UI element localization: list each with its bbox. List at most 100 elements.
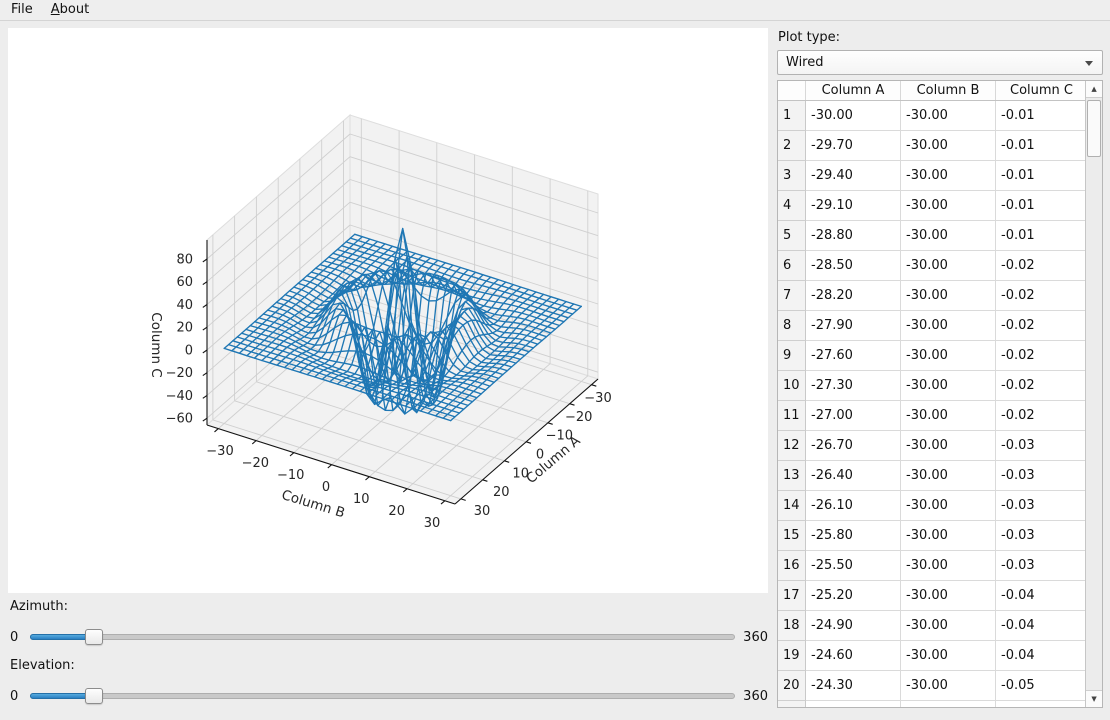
table-cell[interactable]: -0.03 (996, 431, 1085, 461)
table-cell[interactable]: -0.03 (996, 521, 1085, 551)
table-cell[interactable] (901, 701, 996, 707)
table-cell[interactable]: -30.00 (901, 521, 996, 551)
table-cell[interactable]: -29.40 (806, 161, 901, 191)
scroll-down-icon[interactable]: ▼ (1086, 690, 1102, 707)
row-number[interactable]: 9 (778, 341, 806, 371)
table-cell[interactable]: -27.30 (806, 371, 901, 401)
table-cell[interactable]: -28.20 (806, 281, 901, 311)
row-number[interactable]: 14 (778, 491, 806, 521)
table-cell[interactable]: -0.02 (996, 371, 1085, 401)
row-number[interactable]: 20 (778, 671, 806, 701)
table-cell[interactable]: -30.00 (901, 671, 996, 701)
table-cell[interactable]: -30.00 (806, 101, 901, 131)
table-cell[interactable]: -30.00 (901, 491, 996, 521)
table-cell[interactable]: -30.00 (901, 401, 996, 431)
table-cell[interactable]: -0.01 (996, 131, 1085, 161)
table-cell[interactable]: -30.00 (901, 371, 996, 401)
table-cell[interactable]: -29.70 (806, 131, 901, 161)
table-cell[interactable]: -30.00 (901, 341, 996, 371)
table-cell[interactable]: -30.00 (901, 251, 996, 281)
row-number[interactable]: 12 (778, 431, 806, 461)
table-cell[interactable]: -30.00 (901, 281, 996, 311)
table-cell[interactable]: -30.00 (901, 581, 996, 611)
row-number[interactable]: 7 (778, 281, 806, 311)
row-number[interactable]: 5 (778, 221, 806, 251)
azimuth-slider-handle[interactable] (85, 629, 103, 645)
table-cell[interactable]: -0.02 (996, 311, 1085, 341)
table-cell[interactable]: -24.30 (806, 671, 901, 701)
row-number[interactable]: 18 (778, 611, 806, 641)
table-cell[interactable]: -25.20 (806, 581, 901, 611)
table-cell[interactable]: -25.80 (806, 521, 901, 551)
table-cell[interactable] (806, 701, 901, 707)
table-cell[interactable]: -24.60 (806, 641, 901, 671)
table-cell[interactable]: -0.03 (996, 551, 1085, 581)
table-cell[interactable]: -30.00 (901, 641, 996, 671)
table-cell[interactable]: -30.00 (901, 611, 996, 641)
table-cell[interactable]: -0.01 (996, 101, 1085, 131)
plot-type-combobox[interactable]: Wired (777, 50, 1103, 75)
table-cell[interactable]: -26.70 (806, 431, 901, 461)
table-cell[interactable]: -0.02 (996, 281, 1085, 311)
column-a-header[interactable]: Column A (806, 81, 901, 100)
plot-canvas[interactable]: −30−20−1001020303020100−10−20−30−60−40−2… (8, 28, 768, 593)
row-number[interactable]: 6 (778, 251, 806, 281)
table-cell[interactable]: -0.01 (996, 191, 1085, 221)
row-number[interactable]: 15 (778, 521, 806, 551)
table-cell[interactable]: -25.50 (806, 551, 901, 581)
row-number[interactable]: 2 (778, 131, 806, 161)
table-cell[interactable]: -30.00 (901, 191, 996, 221)
scrollbar-thumb[interactable] (1087, 100, 1101, 157)
table-cell[interactable]: -0.03 (996, 491, 1085, 521)
table-cell[interactable]: -26.10 (806, 491, 901, 521)
table-cell[interactable]: -26.40 (806, 461, 901, 491)
table-cell[interactable]: -30.00 (901, 221, 996, 251)
table-cell[interactable]: -0.02 (996, 401, 1085, 431)
table-cell[interactable]: -28.50 (806, 251, 901, 281)
row-number[interactable]: 19 (778, 641, 806, 671)
table-cell[interactable]: -0.03 (996, 461, 1085, 491)
row-number[interactable]: 16 (778, 551, 806, 581)
table-cell[interactable]: -0.01 (996, 161, 1085, 191)
row-number[interactable]: 3 (778, 161, 806, 191)
column-c-header[interactable]: Column C (996, 81, 1085, 100)
table-cell[interactable]: -0.02 (996, 251, 1085, 281)
table-cell[interactable]: -27.90 (806, 311, 901, 341)
table-cell[interactable]: -0.04 (996, 611, 1085, 641)
table-cell[interactable] (996, 701, 1085, 707)
table-cell[interactable]: -30.00 (901, 131, 996, 161)
menu-item-about[interactable]: About (42, 0, 98, 20)
table-cell[interactable]: -30.00 (901, 431, 996, 461)
elevation-slider-handle[interactable] (85, 688, 103, 704)
elevation-slider-track[interactable] (30, 687, 735, 705)
row-number[interactable]: 8 (778, 311, 806, 341)
corner-header-cell[interactable] (778, 81, 806, 100)
table-cell[interactable]: -30.00 (901, 161, 996, 191)
table-cell[interactable]: -30.00 (901, 461, 996, 491)
table-cell[interactable]: -0.02 (996, 341, 1085, 371)
table-cell[interactable]: -27.60 (806, 341, 901, 371)
table-cell[interactable]: -28.80 (806, 221, 901, 251)
row-number[interactable]: 13 (778, 461, 806, 491)
table-cell[interactable]: -24.90 (806, 611, 901, 641)
column-b-header[interactable]: Column B (901, 81, 996, 100)
table-cell[interactable]: -0.04 (996, 581, 1085, 611)
menu-item-file[interactable]: File (2, 0, 42, 20)
table-scrollbar[interactable]: ▲ ▼ (1085, 81, 1102, 707)
3d-wireframe-plot[interactable]: −30−20−1001020303020100−10−20−30−60−40−2… (8, 28, 768, 593)
scroll-up-icon[interactable]: ▲ (1086, 81, 1102, 98)
table-cell[interactable]: -27.00 (806, 401, 901, 431)
table-cell[interactable]: -30.00 (901, 101, 996, 131)
row-number[interactable]: 4 (778, 191, 806, 221)
table-cell[interactable]: -0.05 (996, 671, 1085, 701)
row-number[interactable]: 1 (778, 101, 806, 131)
table-cell[interactable] (778, 701, 806, 707)
row-number[interactable]: 10 (778, 371, 806, 401)
row-number[interactable]: 11 (778, 401, 806, 431)
azimuth-slider-track[interactable] (30, 628, 735, 646)
table-cell[interactable]: -29.10 (806, 191, 901, 221)
table-cell[interactable]: -0.04 (996, 641, 1085, 671)
row-number[interactable]: 17 (778, 581, 806, 611)
table-cell[interactable]: -0.01 (996, 221, 1085, 251)
table-cell[interactable]: -30.00 (901, 551, 996, 581)
